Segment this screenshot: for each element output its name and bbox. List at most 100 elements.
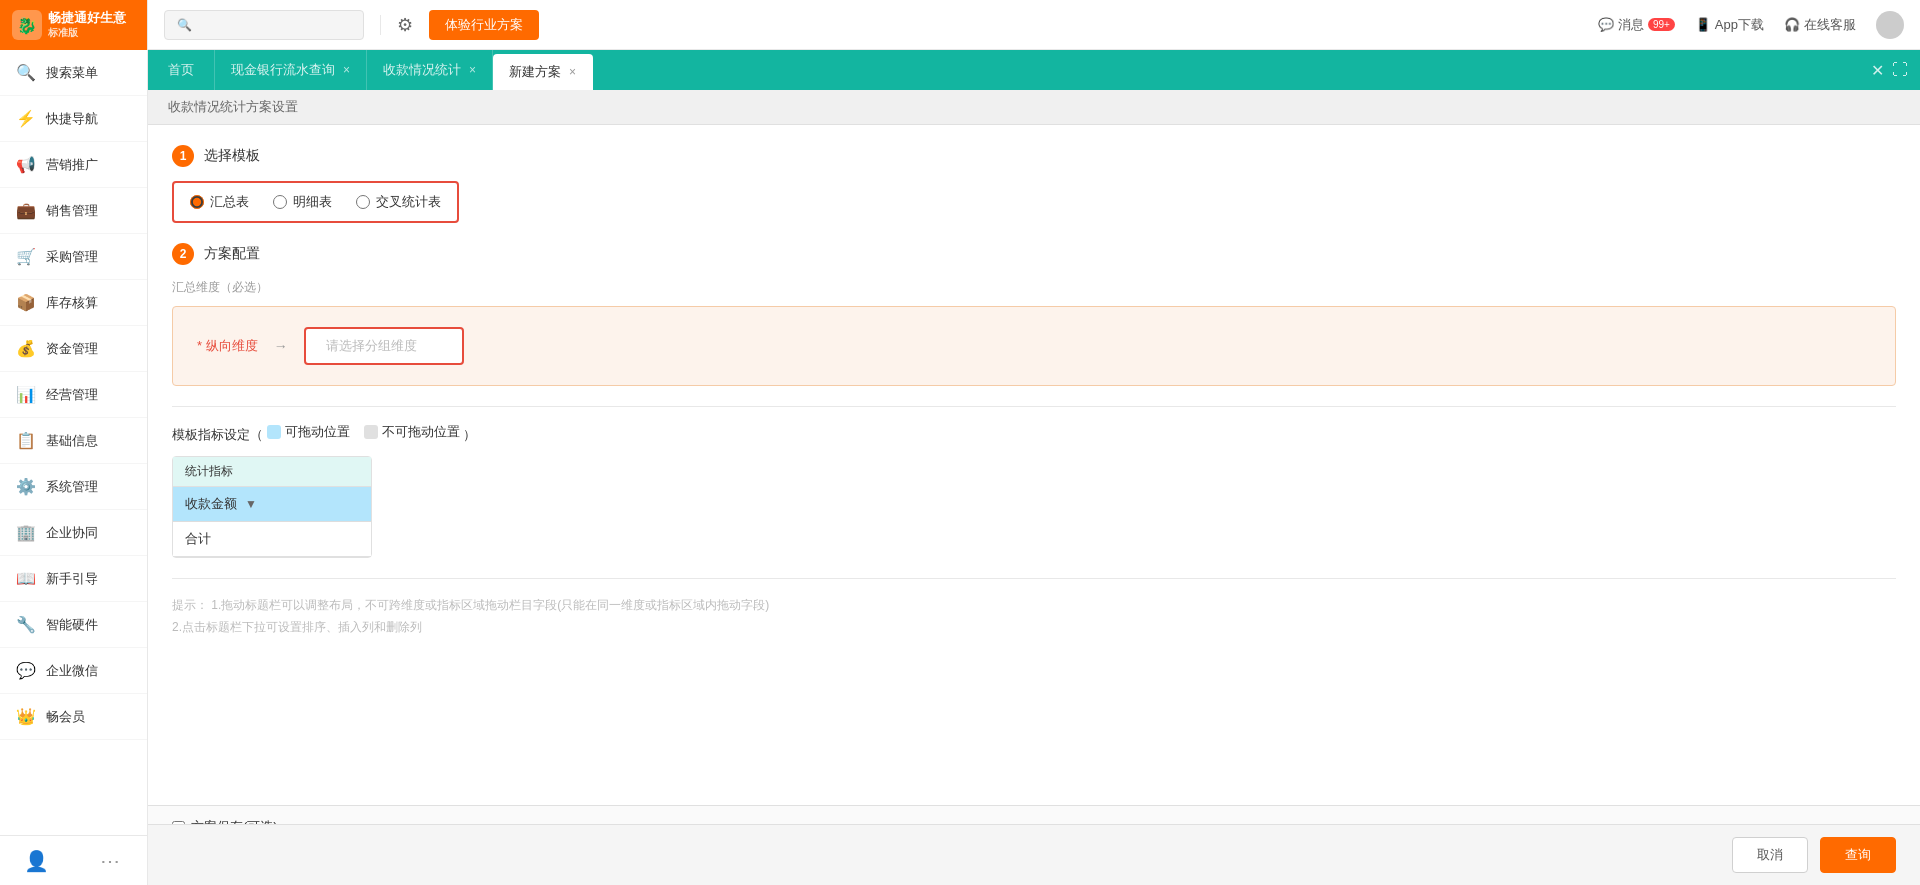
tab-home[interactable]: 首页	[148, 50, 215, 90]
tab-bar: 首页 现金银行流水查询 × 收款情况统计 × 新建方案 × ✕ ⛶	[148, 50, 1920, 90]
sidebar-item-label: 库存核算	[46, 294, 98, 312]
sidebar-bottom-right[interactable]: ⋯	[74, 836, 148, 885]
tips-section: 提示： 1.拖动标题栏可以调整布局，不可跨维度或指标区域拖动栏目字段(只能在同一…	[172, 578, 1896, 638]
step1-title: 选择模板	[204, 147, 260, 165]
radio-detail-input[interactable]	[273, 195, 287, 209]
action-bar: 取消 查询	[148, 824, 1920, 885]
stats-table: 统计指标 收款金额 ▼ 合计	[172, 456, 372, 558]
template-selector: 汇总表 明细表 交叉统计表	[172, 181, 459, 223]
sidebar-item-wechat[interactable]: 💬 企业微信	[0, 648, 147, 694]
step1-header: 1 选择模板	[172, 145, 1896, 167]
vertical-dimension-label: * 纵向维度	[197, 337, 258, 355]
sidebar-item-marketing[interactable]: 📢 营销推广	[0, 142, 147, 188]
sidebar-item-guide[interactable]: 📖 新手引导	[0, 556, 147, 602]
step2-number: 2	[172, 243, 194, 265]
service-item[interactable]: 🎧 在线客服	[1784, 16, 1856, 34]
system-icon: ⚙️	[16, 477, 36, 496]
sidebar-item-quicknav[interactable]: ⚡ 快捷导航	[0, 96, 147, 142]
purchase-icon: 🛒	[16, 247, 36, 266]
form-body: 1 选择模板 汇总表 明细表 交叉统计表	[148, 125, 1920, 805]
tab-receipt-stats[interactable]: 收款情况统计 ×	[367, 50, 493, 90]
user-avatar[interactable]	[1876, 11, 1904, 39]
sidebar-item-vip[interactable]: 👑 畅会员	[0, 694, 147, 740]
message-badge: 99+	[1648, 18, 1675, 31]
stats-amount-dropdown-icon[interactable]: ▼	[245, 497, 257, 511]
radio-summary-input[interactable]	[190, 195, 204, 209]
content-area: 收款情况统计方案设置 1 选择模板 汇总表 明细表	[148, 90, 1920, 824]
business-icon: 📊	[16, 385, 36, 404]
sidebar-item-label: 新手引导	[46, 570, 98, 588]
sidebar-item-label: 智能硬件	[46, 616, 98, 634]
sidebar-item-basic-info[interactable]: 📋 基础信息	[0, 418, 147, 464]
basic-info-icon: 📋	[16, 431, 36, 450]
stats-amount-cell[interactable]: 收款金额 ▼	[173, 487, 371, 522]
sidebar-item-sales[interactable]: 💼 销售管理	[0, 188, 147, 234]
sidebar-item-search[interactable]: 🔍 搜索菜单	[0, 50, 147, 96]
download-icon: 📱	[1695, 17, 1711, 32]
app-logo: 🐉 畅捷通好生意 标准版	[0, 0, 147, 50]
tab-home-label: 首页	[168, 61, 194, 79]
trial-button[interactable]: 体验行业方案	[429, 10, 539, 40]
sidebar-item-inventory[interactable]: 📦 库存核算	[0, 280, 147, 326]
message-item[interactable]: 💬 消息 99+	[1598, 16, 1675, 34]
sidebar-item-system[interactable]: ⚙️ 系统管理	[0, 464, 147, 510]
tab-new-plan-close[interactable]: ×	[569, 66, 576, 78]
dimension-title-text: 汇总维度（必选）	[172, 280, 268, 294]
cancel-button[interactable]: 取消	[1732, 837, 1808, 873]
stats-total-label: 合计	[185, 531, 211, 546]
hardware-icon: 🔧	[16, 615, 36, 634]
settings-icon[interactable]: ⚙	[397, 14, 413, 36]
sidebar-bottom-left[interactable]: 👤	[0, 836, 74, 885]
step2-section: 2 方案配置 汇总维度（必选） * 纵向维度 → 请选择分组维度	[172, 243, 1896, 638]
tab-cashflow-close[interactable]: ×	[343, 64, 350, 76]
metrics-section: 模板指标设定（ 可拖动位置 不可拖动位置 ） 统计指标	[172, 406, 1896, 558]
metrics-title: 模板指标设定（ 可拖动位置 不可拖动位置 ）	[172, 423, 476, 444]
search-bar[interactable]: 🔍	[164, 10, 364, 40]
stats-amount-label: 收款金额	[185, 495, 237, 513]
sidebar-item-purchase[interactable]: 🛒 采购管理	[0, 234, 147, 280]
dimension-select[interactable]: 请选择分组维度	[304, 327, 464, 365]
sidebar-item-label: 采购管理	[46, 248, 98, 266]
sidebar-item-label: 营销推广	[46, 156, 98, 174]
sidebar-item-enterprise[interactable]: 🏢 企业协同	[0, 510, 147, 556]
service-label: 在线客服	[1804, 16, 1856, 34]
dimension-select-placeholder: 请选择分组维度	[326, 338, 417, 353]
tab-receipt-close[interactable]: ×	[469, 64, 476, 76]
page-header: 收款情况统计方案设置	[148, 90, 1920, 125]
guide-icon: 📖	[16, 569, 36, 588]
sidebar-item-label: 快捷导航	[46, 110, 98, 128]
window-expand-icon[interactable]: ⛶	[1892, 61, 1908, 79]
stats-header: 统计指标	[173, 457, 371, 487]
message-icon: 💬	[1598, 17, 1614, 32]
finance-icon: 💰	[16, 339, 36, 358]
dimension-row: * 纵向维度 → 请选择分组维度	[197, 327, 1871, 365]
marketing-icon: 📢	[16, 155, 36, 174]
topbar: 🔍 ⚙ 体验行业方案 💬 消息 99+ 📱 App下载 🎧 在线客服	[148, 0, 1920, 50]
tab-receipt-stats-label: 收款情况统计	[383, 61, 461, 79]
sales-icon: 💼	[16, 201, 36, 220]
radio-summary[interactable]: 汇总表	[190, 193, 249, 211]
search-icon: 🔍	[177, 18, 192, 32]
radio-cross-input[interactable]	[356, 195, 370, 209]
sidebar-item-hardware[interactable]: 🔧 智能硬件	[0, 602, 147, 648]
query-button[interactable]: 查询	[1820, 837, 1896, 873]
window-close-icon[interactable]: ✕	[1871, 61, 1884, 80]
radio-detail[interactable]: 明细表	[273, 193, 332, 211]
sidebar-item-label: 系统管理	[46, 478, 98, 496]
tab-cashflow[interactable]: 现金银行流水查询 ×	[215, 50, 367, 90]
sidebar-item-label: 企业协同	[46, 524, 98, 542]
sidebar-item-business[interactable]: 📊 经营管理	[0, 372, 147, 418]
message-label: 消息	[1618, 16, 1644, 34]
enterprise-icon: 🏢	[16, 523, 36, 542]
logo-text-group: 畅捷通好生意 标准版	[48, 10, 126, 40]
wechat-icon: 💬	[16, 661, 36, 680]
sidebar-item-finance[interactable]: 💰 资金管理	[0, 326, 147, 372]
step2-title: 方案配置	[204, 245, 260, 263]
page-title: 收款情况统计方案设置	[168, 99, 298, 114]
inventory-icon: 📦	[16, 293, 36, 312]
search-icon: 🔍	[16, 63, 36, 82]
download-item[interactable]: 📱 App下载	[1695, 16, 1764, 34]
radio-cross[interactable]: 交叉统计表	[356, 193, 441, 211]
radio-detail-label: 明细表	[293, 193, 332, 211]
tab-new-plan[interactable]: 新建方案 ×	[493, 54, 593, 90]
